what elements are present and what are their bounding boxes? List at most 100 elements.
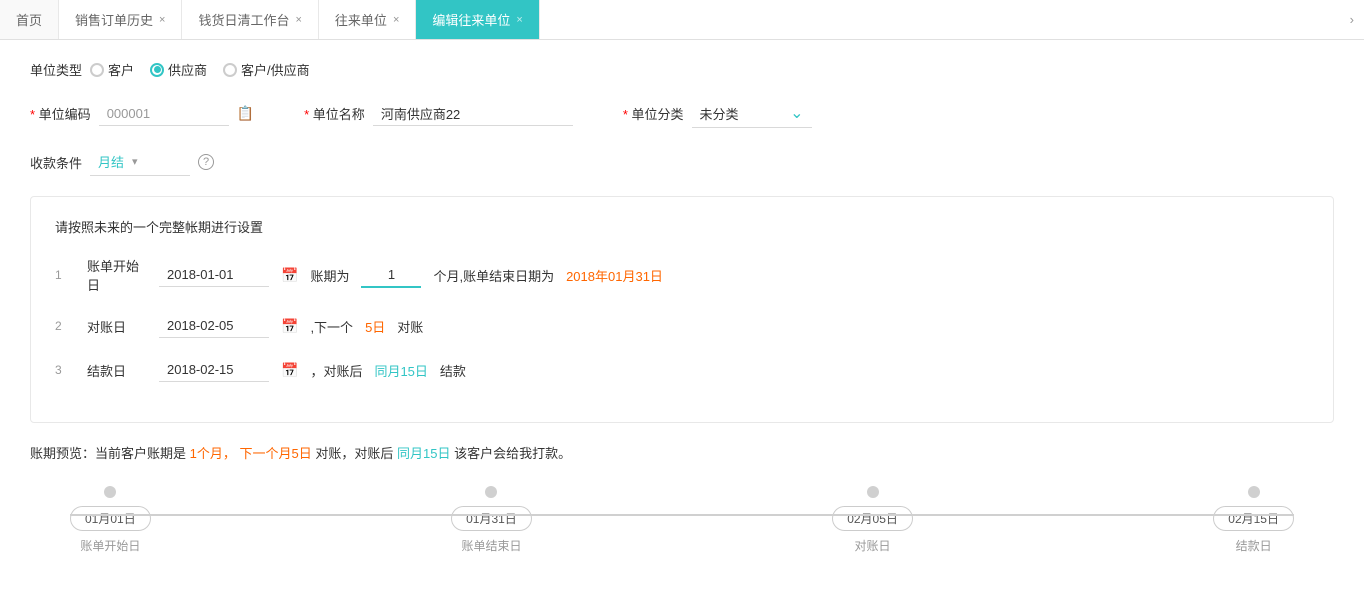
calendar-icon-3[interactable]: 📅	[281, 362, 298, 379]
timeline-label-2: 账单结束日	[461, 537, 521, 554]
timeline-label-3: 对账日	[855, 537, 891, 554]
row-label-3: 结款日	[87, 361, 147, 380]
help-icon[interactable]: ?	[198, 154, 214, 170]
unit-info-row: 单位编码 📋 单位名称 单位分类 未分类 ⌄	[30, 99, 1334, 128]
close-icon[interactable]: ×	[159, 14, 165, 26]
period-input[interactable]	[361, 263, 421, 288]
reconcile-desc-prefix: ,下一个	[310, 317, 353, 336]
tab-partners-label: 往来单位	[335, 10, 387, 29]
timeline-node-2: 01月31日 账单结束日	[451, 486, 532, 554]
calendar-icon-2[interactable]: 📅	[281, 318, 298, 335]
timeline-badge-1: 01月01日	[70, 506, 151, 531]
timeline-dot-4	[1248, 486, 1260, 498]
preview-suffix: 该客户会给我打款。	[454, 446, 571, 461]
chevron-down-icon: ▾	[132, 155, 138, 168]
unit-code-label: 单位编码	[30, 104, 91, 123]
radio-both-label: 客户/供应商	[241, 60, 310, 79]
timeline-line	[70, 514, 1294, 516]
settle-date-input[interactable]	[159, 358, 269, 382]
tab-edit-partner[interactable]: 编辑往来单位 ×	[416, 0, 539, 39]
settle-desc-suffix: 结款	[440, 361, 466, 380]
row-num-1: 1	[55, 268, 75, 282]
unit-category-value: 未分类	[700, 104, 739, 123]
unit-name-input[interactable]	[373, 102, 573, 126]
tab-sales-history[interactable]: 销售订单历史 ×	[59, 0, 182, 39]
payment-condition-select[interactable]: 月结 ▾	[90, 148, 190, 176]
tab-cash-workbench[interactable]: 钱货日清工作台 ×	[182, 0, 318, 39]
period-row-1: 1 账单开始日 📅 账期为 个月,账单结束日期为 2018年01月31日	[55, 256, 1309, 294]
section-title: 请按照未来的一个完整帐期进行设置	[55, 217, 1309, 236]
unit-code-group: 单位编码 📋	[30, 102, 254, 126]
row-label-1: 账单开始日	[87, 256, 147, 294]
row-num-2: 2	[55, 319, 75, 333]
radio-supplier-label: 供应商	[168, 60, 207, 79]
unit-name-group: 单位名称	[304, 102, 573, 126]
timeline-dot-2	[485, 486, 497, 498]
preview-next: 下一个月5日	[240, 446, 312, 461]
unit-name-label: 单位名称	[304, 104, 365, 123]
tab-sales-history-label: 销售订单历史	[75, 10, 153, 29]
radio-circle-customer	[90, 63, 104, 77]
tab-partners[interactable]: 往来单位 ×	[319, 0, 416, 39]
timeline-nodes: 01月01日 账单开始日 01月31日 账单结束日 02月05日 对账日 02月…	[70, 486, 1294, 554]
timeline-label-4: 结款日	[1236, 537, 1272, 554]
payment-condition-value: 月结	[98, 152, 124, 171]
unit-category-label: 单位分类	[623, 104, 684, 123]
reconcile-date-input[interactable]	[159, 314, 269, 338]
period-desc-prefix: 账期为	[310, 266, 349, 285]
close-icon[interactable]: ×	[393, 14, 399, 26]
chevron-right-icon: ›	[1350, 12, 1354, 27]
period-section: 请按照未来的一个完整帐期进行设置 1 账单开始日 📅 账期为 个月,账单结束日期…	[30, 196, 1334, 423]
timeline-badge-3: 02月05日	[832, 506, 913, 531]
timeline-node-3: 02月05日 对账日	[832, 486, 913, 554]
timeline-badge-2: 01月31日	[451, 506, 532, 531]
start-date-input[interactable]	[159, 263, 269, 287]
preview-settle: 同月15日	[397, 446, 450, 461]
unit-type-radio-group: 客户 供应商 客户/供应商	[90, 60, 310, 79]
unit-code-input[interactable]	[99, 102, 229, 126]
reconcile-day-highlight: 5日	[365, 317, 385, 336]
radio-customer[interactable]: 客户	[90, 60, 134, 79]
timeline-label-1: 账单开始日	[80, 537, 140, 554]
radio-both[interactable]: 客户/供应商	[223, 60, 310, 79]
radio-circle-supplier	[150, 63, 164, 77]
settle-day-highlight: 同月15日	[374, 361, 427, 380]
tab-bar: 首页 销售订单历史 × 钱货日清工作台 × 往来单位 × 编辑往来单位 × ›	[0, 0, 1364, 40]
preview-period: 1个月，	[190, 446, 236, 461]
period-end-date: 2018年01月31日	[566, 266, 663, 285]
radio-supplier[interactable]: 供应商	[150, 60, 207, 79]
radio-circle-both	[223, 63, 237, 77]
tab-home-label: 首页	[16, 10, 42, 29]
calendar-icon-1[interactable]: 📅	[281, 267, 298, 284]
unit-type-label: 单位类型	[30, 60, 82, 79]
settle-desc-prefix: ，对账后	[310, 361, 362, 380]
timeline-dot-3	[867, 486, 879, 498]
chevron-down-icon: ⌄	[790, 103, 803, 123]
payment-condition-label: 收款条件	[30, 153, 82, 172]
main-content: 单位类型 客户 供应商 客户/供应商 单位编码 📋	[0, 40, 1364, 608]
close-icon[interactable]: ×	[295, 14, 301, 26]
period-row-3: 3 结款日 📅 ，对账后 同月15日 结款	[55, 358, 1309, 382]
timeline-badge-4: 02月15日	[1213, 506, 1294, 531]
radio-customer-label: 客户	[108, 60, 134, 79]
row-num-3: 3	[55, 363, 75, 377]
unit-category-group: 单位分类 未分类 ⌄	[623, 99, 812, 128]
timeline-section: 01月01日 账单开始日 01月31日 账单结束日 02月05日 对账日 02月…	[30, 486, 1334, 554]
period-row-2: 2 对账日 📅 ,下一个 5日 对账	[55, 314, 1309, 338]
payment-condition-row: 收款条件 月结 ▾ ?	[30, 148, 1334, 176]
preview-section: 账期预览：当前客户账期是 1个月， 下一个月5日 对账，对账后 同月15日 该客…	[30, 443, 1334, 462]
close-icon[interactable]: ×	[516, 14, 522, 26]
unit-category-select[interactable]: 未分类 ⌄	[692, 99, 812, 128]
unit-type-group: 单位类型 客户 供应商 客户/供应商	[30, 60, 310, 79]
reconcile-desc-suffix: 对账	[397, 317, 423, 336]
row-label-2: 对账日	[87, 317, 147, 336]
payment-condition-group: 收款条件 月结 ▾ ?	[30, 148, 214, 176]
tab-edit-partner-label: 编辑往来单位	[432, 10, 510, 29]
timeline-node-4: 02月15日 结款日	[1213, 486, 1294, 554]
timeline-node-1: 01月01日 账单开始日	[70, 486, 151, 554]
tab-expand-button[interactable]: ›	[1340, 0, 1364, 39]
preview-mid: 对账，对账后	[315, 446, 393, 461]
tab-home[interactable]: 首页	[0, 0, 59, 39]
unit-type-row: 单位类型 客户 供应商 客户/供应商	[30, 60, 1334, 79]
copy-icon[interactable]: 📋	[237, 105, 254, 122]
